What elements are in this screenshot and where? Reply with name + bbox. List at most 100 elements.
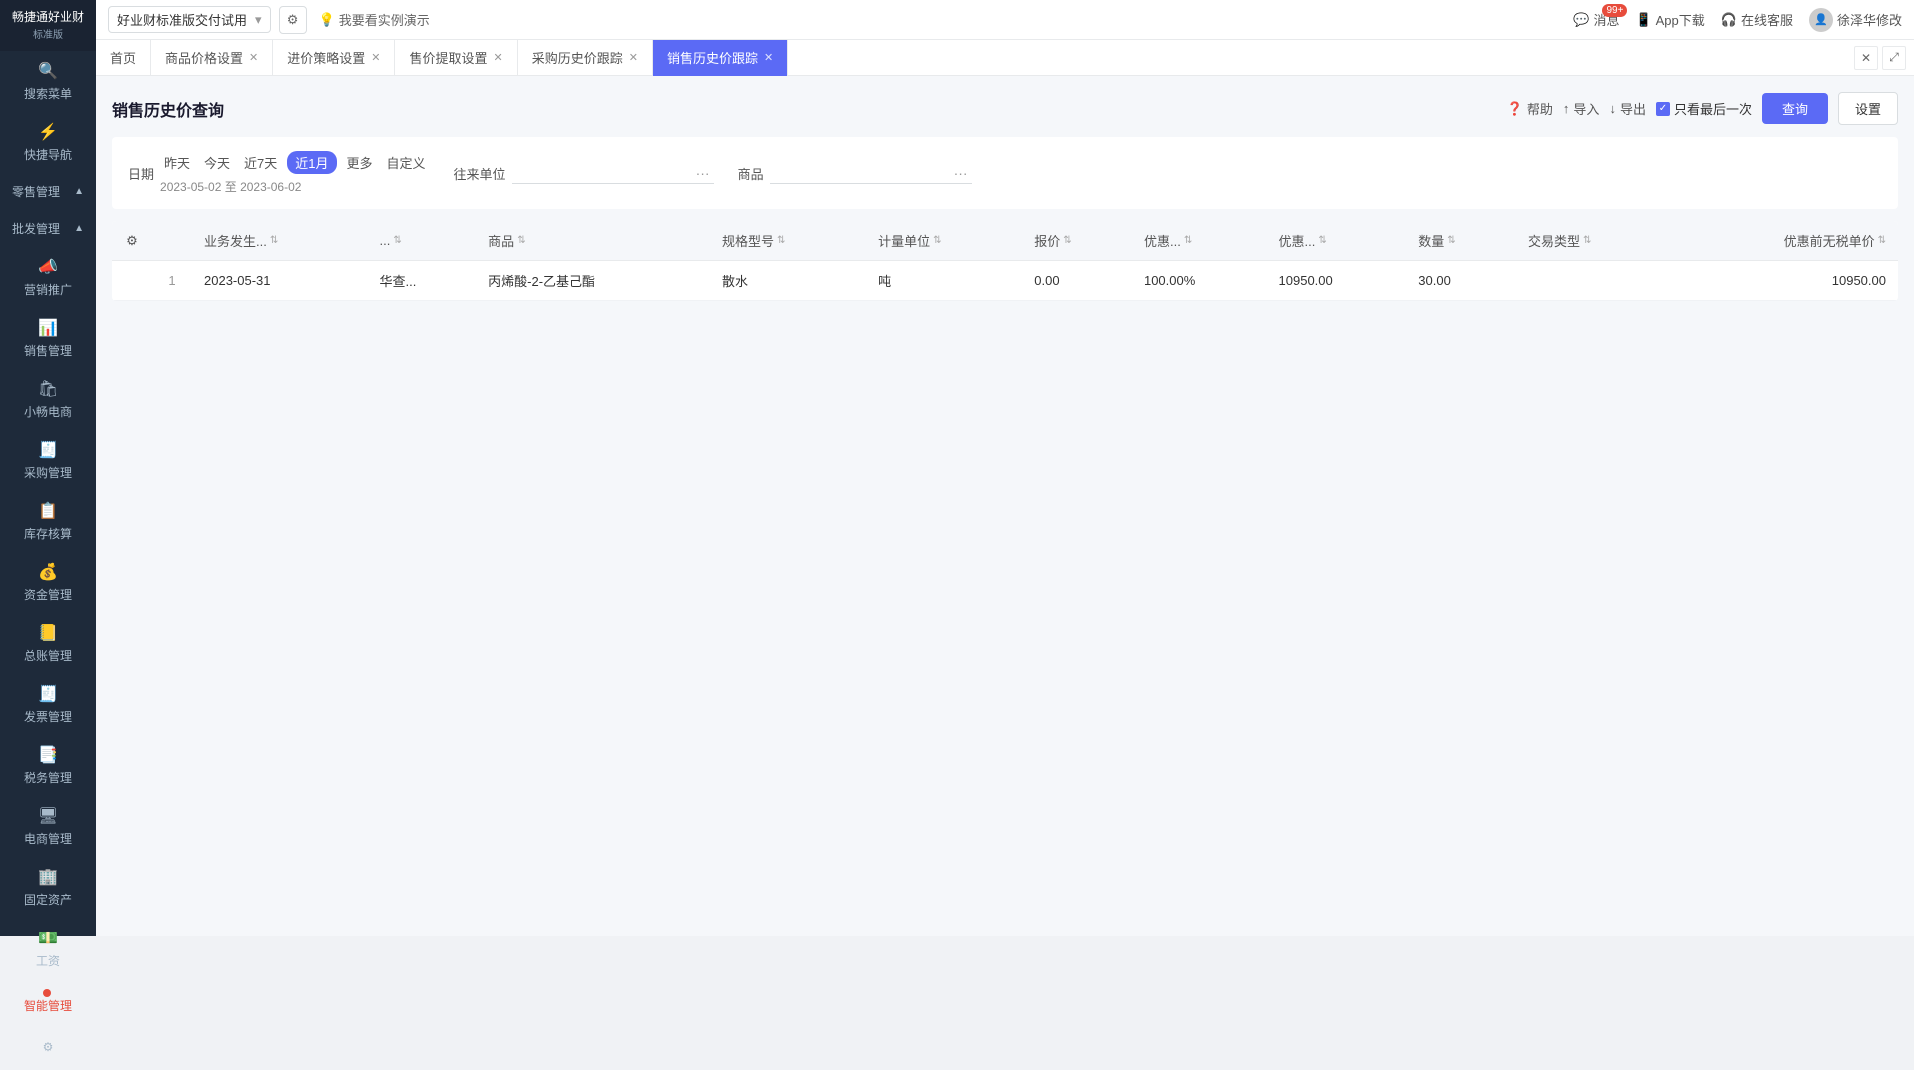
- th-bizdate-label: 业务发生...: [204, 231, 267, 250]
- only-last-checkbox[interactable]: 只看最后一次: [1656, 99, 1752, 118]
- close-icon[interactable]: ✕: [764, 51, 773, 64]
- date-opt-today[interactable]: 今天: [200, 151, 234, 174]
- partner-dots-btn[interactable]: ···: [696, 165, 710, 181]
- finance-icon: 💰: [38, 562, 58, 582]
- date-opt-custom[interactable]: 自定义: [383, 151, 430, 174]
- ecommerce-icon: 🖥: [38, 806, 58, 826]
- settings-button[interactable]: 设置: [1838, 92, 1898, 125]
- page-title: 销售历史价查询: [112, 97, 224, 121]
- service-label: 在线客服: [1741, 10, 1793, 29]
- th-extra[interactable]: ... ⇅: [367, 221, 476, 261]
- th-settings[interactable]: ⚙: [112, 221, 152, 261]
- sidebar-item-ecommerce-small[interactable]: 🛍 小畅电商: [0, 369, 96, 430]
- sidebar-item-marketing[interactable]: 📣 营销推广: [0, 247, 96, 308]
- retail-arrow-icon: ▲: [74, 186, 84, 197]
- sidebar-item-sales-label: 销售管理: [24, 342, 72, 359]
- sidebar-item-tax[interactable]: 📑 税务管理: [0, 735, 96, 796]
- tax-icon: 📑: [38, 745, 58, 765]
- th-product[interactable]: 商品 ⇅: [476, 221, 710, 261]
- import-icon: ↑: [1563, 101, 1570, 116]
- demo-label: 我要看实例演示: [339, 10, 430, 29]
- tab-price-setting[interactable]: 商品价格设置 ✕: [151, 40, 273, 76]
- main-content: 好业财标准版交付试用 ▾ ⚙ 💡 我要看实例演示 💬 消息 99+ 📱 App下…: [96, 0, 1914, 936]
- product-dots-btn[interactable]: ···: [954, 165, 968, 181]
- row-qty: 30.00: [1406, 261, 1516, 301]
- sidebar-item-invoice[interactable]: 🧾 发票管理: [0, 674, 96, 735]
- version-select[interactable]: 好业财标准版交付试用 ▾: [108, 6, 271, 33]
- tab-purchase-history-label: 采购历史价跟踪: [532, 48, 623, 67]
- export-action[interactable]: ↓ 导出: [1609, 99, 1646, 118]
- sidebar-item-purchase[interactable]: 🧾 采购管理: [0, 430, 96, 491]
- topbar-right: 💬 消息 99+ 📱 App下载 🎧 在线客服 👤 徐泽华修改: [1573, 8, 1902, 32]
- sidebar-item-retail[interactable]: 零售管理 ▲: [0, 173, 96, 210]
- close-tab-btn[interactable]: ✕: [1854, 46, 1878, 70]
- avatar: 👤: [1809, 8, 1833, 32]
- sort-icon: ⇅: [1583, 235, 1591, 246]
- service-btn[interactable]: 🎧 在线客服: [1721, 10, 1793, 29]
- sort-icon: ⇅: [393, 235, 401, 246]
- th-discount-pct[interactable]: 优惠... ⇅: [1132, 221, 1267, 261]
- date-opt-last7[interactable]: 近7天: [240, 151, 281, 174]
- product-input-wrap: ···: [770, 163, 972, 184]
- close-icon[interactable]: ✕: [371, 51, 380, 64]
- th-bizdate[interactable]: 业务发生... ⇅: [192, 221, 367, 261]
- sidebar-item-ledger[interactable]: 📒 总账管理: [0, 613, 96, 674]
- sidebar-item-assets-label: 固定资产: [24, 891, 72, 908]
- demo-icon: 💡: [319, 12, 335, 28]
- sidebar-item-finance[interactable]: 💰 资金管理: [0, 552, 96, 613]
- user-menu[interactable]: 👤 徐泽华修改: [1809, 8, 1902, 32]
- product-input[interactable]: [774, 165, 950, 180]
- th-pretax-price[interactable]: 优惠前无税单价 ⇅: [1672, 221, 1898, 261]
- th-txtype-label: 交易类型: [1528, 231, 1580, 250]
- help-icon: ❓: [1507, 101, 1523, 117]
- sidebar-item-quicknav[interactable]: ⚡ 快捷导航: [0, 112, 96, 173]
- date-opt-yesterday[interactable]: 昨天: [160, 151, 194, 174]
- app-download-btn[interactable]: 📱 App下载: [1635, 10, 1704, 29]
- marketing-icon: 📣: [38, 257, 58, 277]
- product-filter: 商品 ···: [738, 163, 972, 184]
- sidebar-item-search[interactable]: 🔍 搜索菜单: [0, 51, 96, 112]
- app-logo: 畅捷通好业财 标准版: [0, 0, 96, 51]
- sort-icon: ⇅: [933, 235, 941, 246]
- expand-tab-btn[interactable]: ⤢: [1882, 46, 1906, 70]
- date-opt-last1m[interactable]: 近1月: [287, 151, 336, 174]
- tab-purchase-strategy[interactable]: 进价策略设置 ✕: [273, 40, 395, 76]
- wholesale-arrow-icon: ▲: [74, 223, 84, 234]
- tabbar: 首页 商品价格设置 ✕ 进价策略设置 ✕ 售价提取设置 ✕ 采购历史价跟踪 ✕ …: [96, 40, 1914, 76]
- page-body: 销售历史价查询 ❓ 帮助 ↑ 导入 ↓ 导出 只看最后一次 查询: [96, 76, 1914, 936]
- th-discount-amt[interactable]: 优惠... ⇅: [1267, 221, 1407, 261]
- sidebar-item-salary[interactable]: 💵 工资: [0, 918, 96, 979]
- close-icon[interactable]: ✕: [494, 51, 503, 64]
- tab-price-extract[interactable]: 售价提取设置 ✕: [395, 40, 517, 76]
- tab-controls: ✕ ⤢: [1854, 46, 1914, 70]
- tab-sales-history[interactable]: 销售历史价跟踪 ✕: [653, 40, 788, 76]
- import-action[interactable]: ↑ 导入: [1563, 99, 1600, 118]
- th-spec[interactable]: 规格型号 ⇅: [710, 221, 866, 261]
- sidebar-item-smart[interactable]: 智能管理: [0, 979, 96, 1024]
- app-icon: 📱: [1635, 12, 1651, 28]
- sidebar-item-assets[interactable]: 🏢 固定资产: [0, 857, 96, 918]
- sidebar-item-inventory[interactable]: 📋 库存核算: [0, 491, 96, 552]
- tab-purchase-history[interactable]: 采购历史价跟踪 ✕: [518, 40, 653, 76]
- topbar-settings-btn[interactable]: ⚙: [279, 6, 307, 34]
- sidebar-item-wholesale[interactable]: 批发管理 ▲: [0, 210, 96, 247]
- tab-home[interactable]: 首页: [96, 40, 151, 76]
- demo-link[interactable]: 💡 我要看实例演示: [319, 10, 430, 29]
- th-unit[interactable]: 计量单位 ⇅: [866, 221, 1022, 261]
- partner-input[interactable]: [516, 165, 692, 180]
- sidebar-settings-btn[interactable]: ⚙: [39, 1032, 58, 1062]
- sidebar-item-sales[interactable]: 📊 销售管理: [0, 308, 96, 369]
- sidebar-item-finance-label: 资金管理: [24, 586, 72, 603]
- th-qty[interactable]: 数量 ⇅: [1406, 221, 1516, 261]
- close-icon[interactable]: ✕: [249, 51, 258, 64]
- th-num: [152, 221, 192, 261]
- sidebar-item-ecommerce[interactable]: 🖥 电商管理: [0, 796, 96, 857]
- help-action[interactable]: ❓ 帮助: [1507, 99, 1553, 118]
- date-opt-more[interactable]: 更多: [343, 151, 377, 174]
- th-price[interactable]: 报价 ⇅: [1022, 221, 1132, 261]
- gear-icon: ⚙: [126, 233, 138, 248]
- close-icon[interactable]: ✕: [629, 51, 638, 64]
- th-txtype[interactable]: 交易类型 ⇅: [1516, 221, 1672, 261]
- message-btn[interactable]: 💬 消息 99+: [1573, 10, 1619, 29]
- query-button[interactable]: 查询: [1762, 93, 1828, 124]
